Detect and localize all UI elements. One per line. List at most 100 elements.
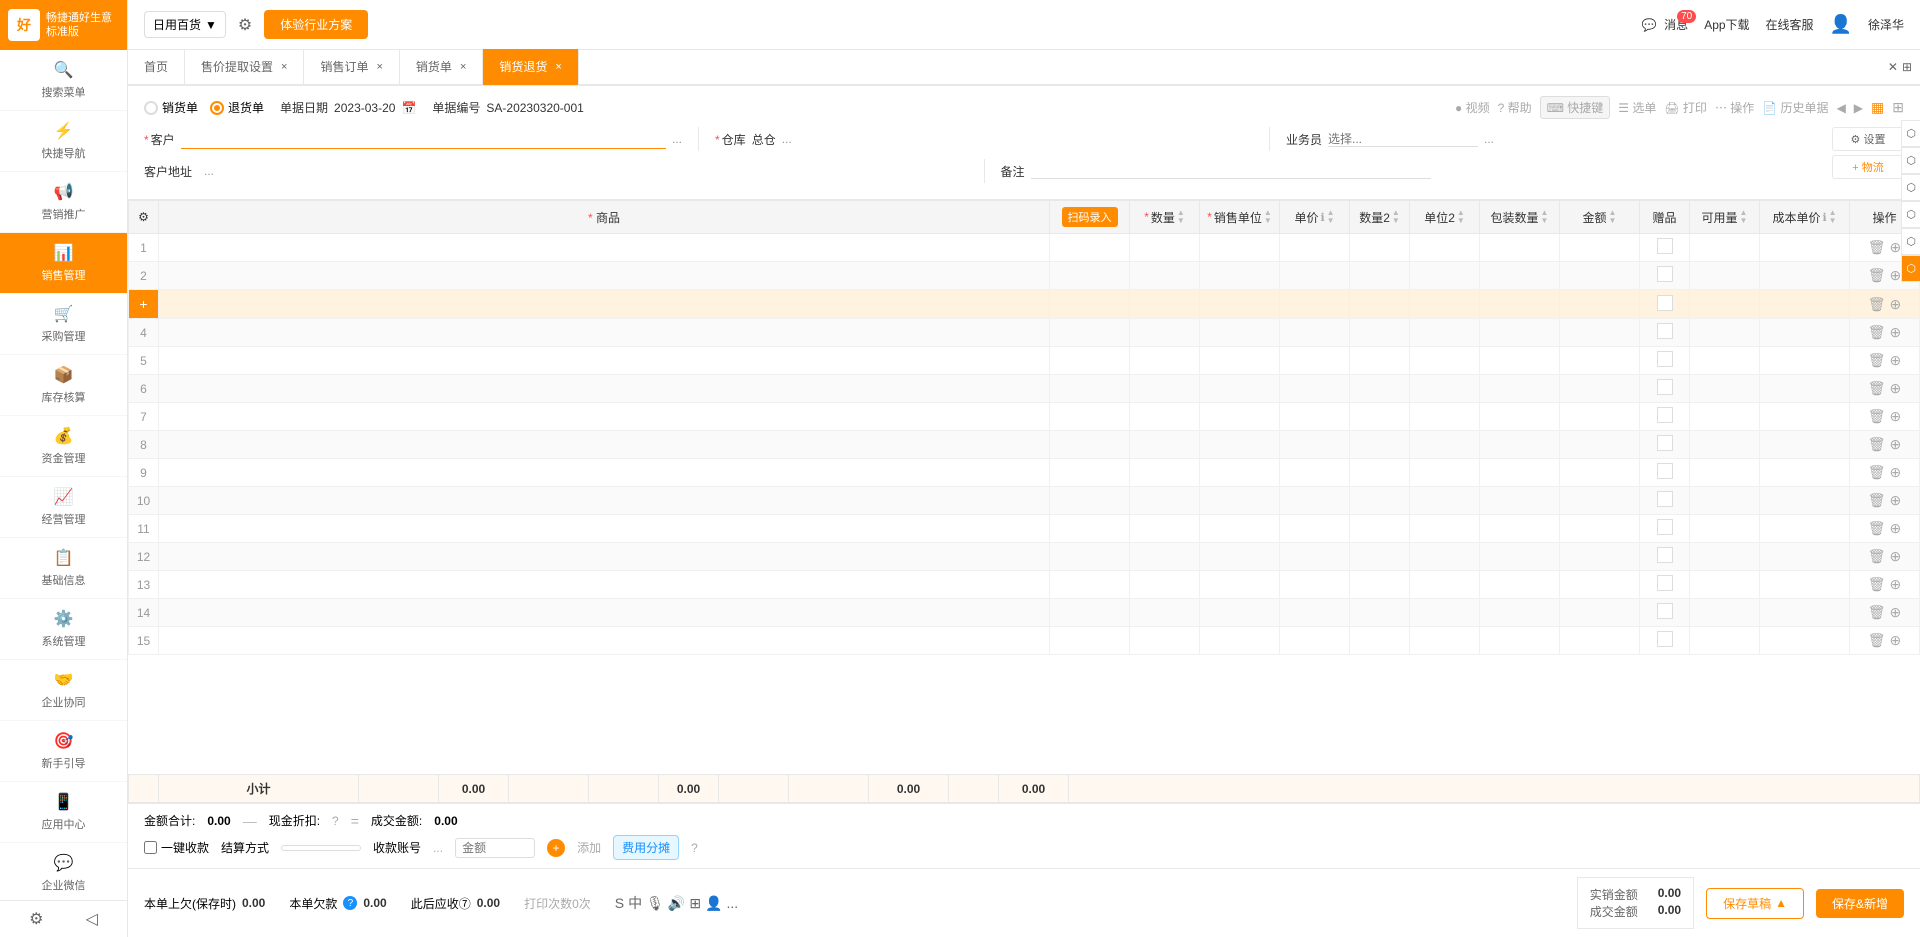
float-btn-3[interactable]: ⬡ (1901, 174, 1920, 201)
gift-cell-7[interactable] (1640, 403, 1690, 431)
avail-cell-7[interactable] (1690, 403, 1760, 431)
sidebar-item-appstore[interactable]: 📱 应用中心 (0, 782, 127, 843)
cost-cell-5[interactable] (1760, 347, 1850, 375)
qty-cell-8[interactable] (1130, 431, 1200, 459)
customer-input[interactable] (181, 130, 666, 149)
delete-icon-3[interactable]: 🗑 (1868, 296, 1886, 313)
qty-cell-14[interactable] (1130, 599, 1200, 627)
delete-icon-13[interactable]: 🗑 (1868, 576, 1886, 593)
unit-cell-15[interactable] (1200, 627, 1280, 655)
sidebar-item-inventory[interactable]: 📦 库存核算 (0, 355, 127, 416)
unit2-cell-2[interactable] (1410, 262, 1480, 290)
gift-cell-15[interactable] (1640, 627, 1690, 655)
amount-cell-15[interactable] (1560, 627, 1640, 655)
unit-cell-1[interactable] (1200, 234, 1280, 262)
float-btn-4[interactable]: ⬡ (1901, 201, 1920, 228)
tab-sales-order-close[interactable]: × (376, 49, 382, 85)
sidebar-item-search[interactable]: 🔍 搜索菜单 (0, 50, 127, 111)
product-cell-1[interactable] (159, 234, 1050, 262)
pack-cell-6[interactable] (1480, 375, 1560, 403)
one-click-payment-check[interactable]: 一键收款 (144, 839, 209, 856)
tab-sales-delivery[interactable]: 销货单 × (400, 49, 483, 85)
price-cell-14[interactable] (1280, 599, 1350, 627)
price-info-icon[interactable]: ℹ (1320, 211, 1324, 224)
customer-dots[interactable]: ... (672, 132, 682, 146)
price-cell-13[interactable] (1280, 571, 1350, 599)
unit-cell-14[interactable] (1200, 599, 1280, 627)
float-btn-1[interactable]: ⬡ (1901, 120, 1920, 147)
cost-cell-8[interactable] (1760, 431, 1850, 459)
collapse-icon[interactable]: ◁ (86, 909, 98, 929)
unit2-cell-7[interactable] (1410, 403, 1480, 431)
avail-cell-3[interactable] (1690, 290, 1760, 319)
prev-btn[interactable]: ◀ (1837, 101, 1846, 115)
gift-checkbox-13[interactable] (1657, 575, 1673, 591)
amount-input[interactable] (455, 838, 535, 858)
delete-icon-7[interactable]: 🗑 (1868, 408, 1886, 425)
product-cell-3[interactable] (159, 290, 1050, 319)
pack-cell-15[interactable] (1480, 627, 1560, 655)
footer-icon-1[interactable]: S (615, 895, 624, 911)
unit2-cell-14[interactable] (1410, 599, 1480, 627)
cost-cell-12[interactable] (1760, 543, 1850, 571)
price-cell-9[interactable] (1280, 459, 1350, 487)
gift-checkbox-3[interactable] (1657, 295, 1673, 311)
qty-cell-7[interactable] (1130, 403, 1200, 431)
save-draft-btn[interactable]: 保存草稿 ▲ (1706, 888, 1804, 919)
amount-cell-12[interactable] (1560, 543, 1640, 571)
calendar-icon[interactable]: 📅 (401, 101, 416, 115)
price-cell-12[interactable] (1280, 543, 1350, 571)
unit2-cell-4[interactable] (1410, 319, 1480, 347)
avail-cell-10[interactable] (1690, 487, 1760, 515)
avail-cell-9[interactable] (1690, 459, 1760, 487)
warehouse-dots[interactable]: ... (782, 132, 792, 146)
sidebar-item-operations[interactable]: 📈 经营管理 (0, 477, 127, 538)
amount-cell-3[interactable] (1560, 290, 1640, 319)
amount-cell-5[interactable] (1560, 347, 1640, 375)
delete-icon-2[interactable]: 🗑 (1868, 267, 1886, 284)
qty2-cell-7[interactable] (1350, 403, 1410, 431)
avail-cell-11[interactable] (1690, 515, 1760, 543)
add-row-btn[interactable]: + (134, 294, 154, 314)
qty-cell-10[interactable] (1130, 487, 1200, 515)
qty2-cell-1[interactable] (1350, 234, 1410, 262)
qty2-cell-8[interactable] (1350, 431, 1410, 459)
copy-icon-3[interactable]: ⊕ (1890, 296, 1902, 313)
qty2-cell-5[interactable] (1350, 347, 1410, 375)
qty2-cell-10[interactable] (1350, 487, 1410, 515)
copy-icon-1[interactable]: ⊕ (1890, 239, 1902, 256)
product-cell-9[interactable] (159, 459, 1050, 487)
add-logistics-button[interactable]: + 物流 (1832, 155, 1904, 179)
avail-cell-6[interactable] (1690, 375, 1760, 403)
delete-icon-1[interactable]: 🗑 (1868, 239, 1886, 256)
copy-icon-2[interactable]: ⊕ (1890, 267, 1902, 284)
sidebar-item-sales[interactable]: 📊 销售管理 (0, 233, 127, 294)
product-cell-8[interactable] (159, 431, 1050, 459)
gift-cell-5[interactable] (1640, 347, 1690, 375)
qty2-cell-15[interactable] (1350, 627, 1410, 655)
amount-cell-11[interactable] (1560, 515, 1640, 543)
unit-cell-7[interactable] (1200, 403, 1280, 431)
video-btn[interactable]: ● 视频 (1455, 99, 1490, 116)
cost-cell-9[interactable] (1760, 459, 1850, 487)
tab-close-all-icon[interactable]: ✕ (1888, 60, 1898, 74)
avail-cell-1[interactable] (1690, 234, 1760, 262)
product-cell-2[interactable] (159, 262, 1050, 290)
tab-sales-return-close[interactable]: × (555, 49, 561, 85)
cost-cell-4[interactable] (1760, 319, 1850, 347)
unit-cell-11[interactable] (1200, 515, 1280, 543)
add-fee-btn[interactable]: + (547, 839, 565, 857)
cost-cell-13[interactable] (1760, 571, 1850, 599)
amount-cell-7[interactable] (1560, 403, 1640, 431)
avail-cell-4[interactable] (1690, 319, 1760, 347)
qty2-sort-arrows[interactable]: ▲▼ (1392, 209, 1400, 225)
pack-cell-10[interactable] (1480, 487, 1560, 515)
amount-cell-13[interactable] (1560, 571, 1640, 599)
th-barcode[interactable]: 扫码录入 (1050, 201, 1130, 234)
unit2-cell-12[interactable] (1410, 543, 1480, 571)
unit2-cell-15[interactable] (1410, 627, 1480, 655)
unit-sort-arrows[interactable]: ▲▼ (1264, 209, 1272, 225)
footer-icon-3[interactable]: 🎙 (646, 895, 664, 912)
qty2-cell-2[interactable] (1350, 262, 1410, 290)
qty-cell-11[interactable] (1130, 515, 1200, 543)
